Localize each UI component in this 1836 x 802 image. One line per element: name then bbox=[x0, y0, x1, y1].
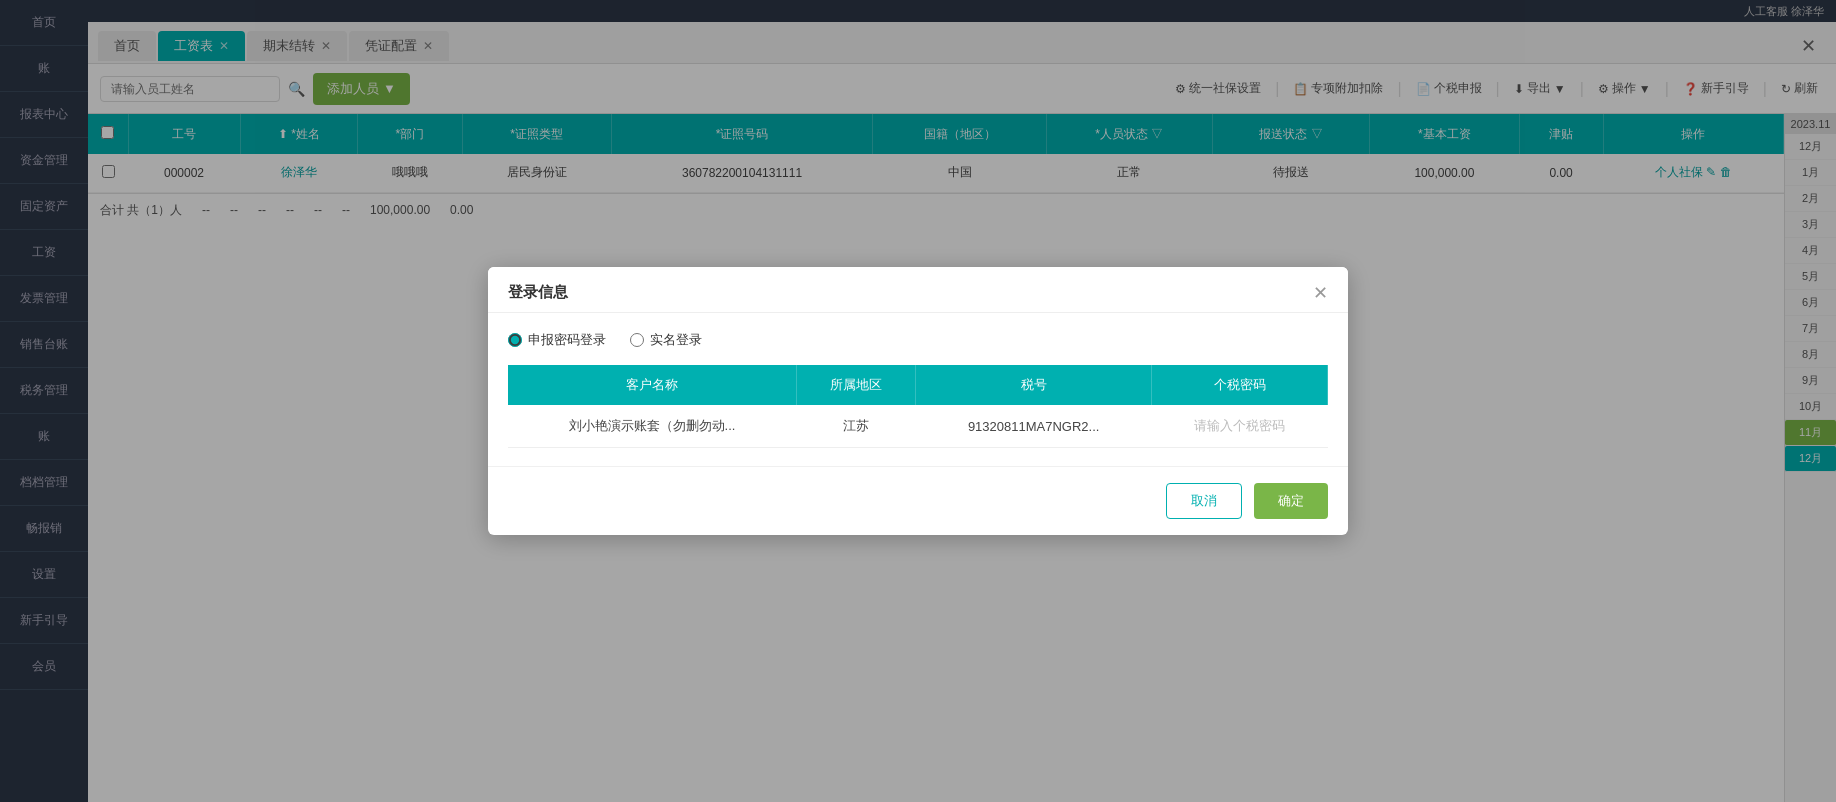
dialog-cell-client-name: 刘小艳演示账套（勿删勿动... bbox=[508, 405, 796, 448]
dialog-body: 申报密码登录 实名登录 客户名称 所属地区 税号 个税密码 bbox=[488, 313, 1348, 466]
dialog-client-table: 客户名称 所属地区 税号 个税密码 刘小艳演示账套（勿删勿动... 江苏 913… bbox=[508, 365, 1328, 448]
dialog-overlay: 登录信息 ✕ 申报密码登录 实名登录 客户名称 所属地区 bbox=[0, 0, 1836, 802]
dialog-cell-password[interactable]: 请输入个税密码 bbox=[1152, 405, 1328, 448]
dialog-cell-tax-no: 91320811MA7NGR2... bbox=[916, 405, 1152, 448]
dialog-title: 登录信息 bbox=[508, 283, 568, 302]
login-dialog: 登录信息 ✕ 申报密码登录 实名登录 客户名称 所属地区 bbox=[488, 267, 1348, 535]
dialog-col-tax-no: 税号 bbox=[916, 365, 1152, 405]
radio-realname[interactable]: 实名登录 bbox=[630, 331, 702, 349]
radio-realname-input[interactable] bbox=[630, 333, 644, 347]
cancel-button[interactable]: 取消 bbox=[1166, 483, 1242, 519]
dialog-header: 登录信息 ✕ bbox=[488, 267, 1348, 313]
radio-declare-password-input[interactable] bbox=[508, 333, 522, 347]
dialog-close-icon[interactable]: ✕ bbox=[1313, 284, 1328, 302]
dialog-col-region: 所属地区 bbox=[796, 365, 916, 405]
dialog-table-row: 刘小艳演示账套（勿删勿动... 江苏 91320811MA7NGR2... 请输… bbox=[508, 405, 1328, 448]
dialog-col-password: 个税密码 bbox=[1152, 365, 1328, 405]
radio-declare-password[interactable]: 申报密码登录 bbox=[508, 331, 606, 349]
dialog-cell-region: 江苏 bbox=[796, 405, 916, 448]
confirm-button[interactable]: 确定 bbox=[1254, 483, 1328, 519]
dialog-col-client-name: 客户名称 bbox=[508, 365, 796, 405]
dialog-footer: 取消 确定 bbox=[488, 466, 1348, 535]
login-type-radio-group: 申报密码登录 实名登录 bbox=[508, 331, 1328, 349]
